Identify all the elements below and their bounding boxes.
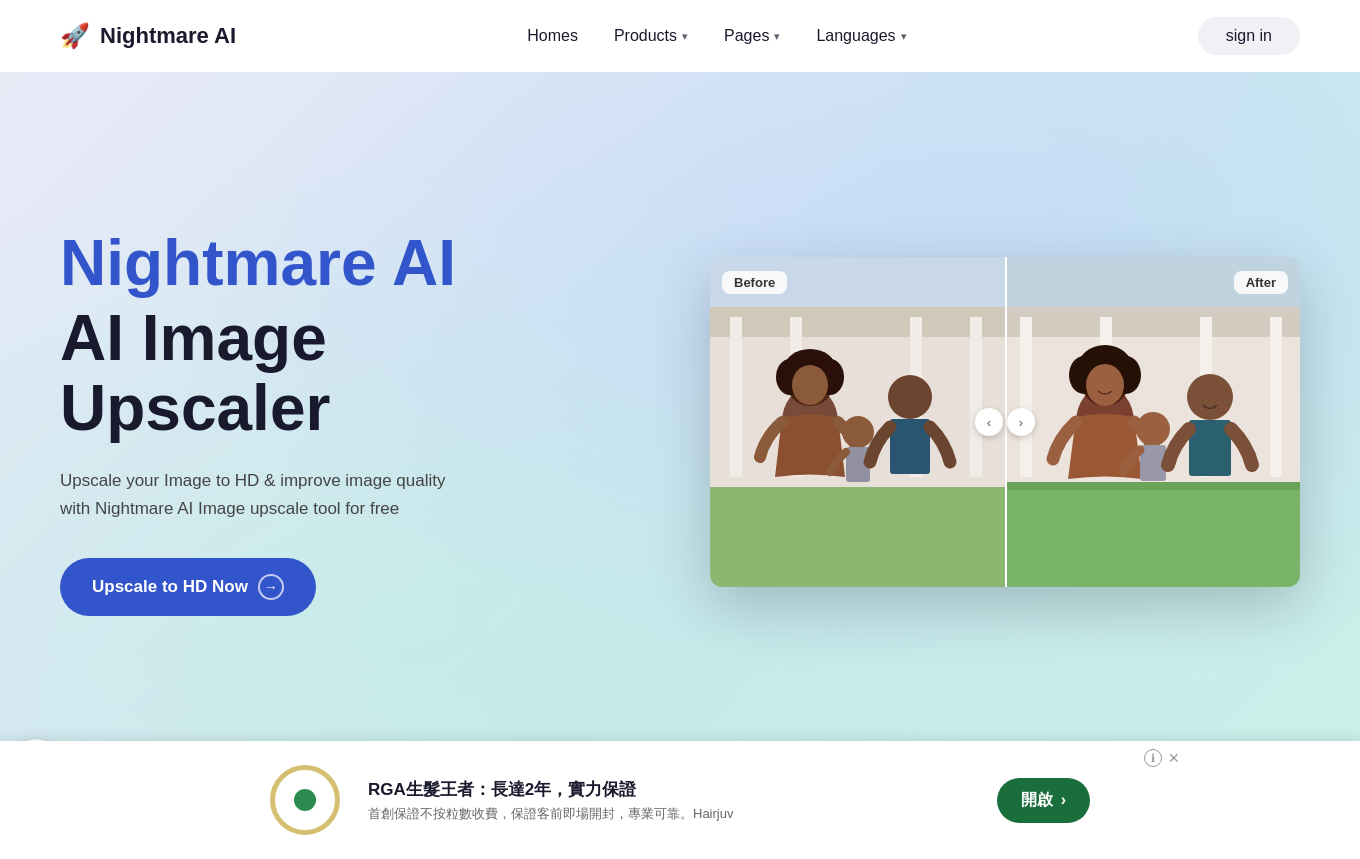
cta-button[interactable]: Upscale to HD Now → [60, 558, 316, 616]
after-image [1005, 257, 1300, 587]
after-panel [1005, 257, 1300, 587]
hero-section: Nightmare AI AI Image Upscaler Upscale y… [0, 72, 1360, 752]
nav-products[interactable]: Products ▾ [614, 27, 688, 45]
ad-controls: ℹ ✕ [1144, 749, 1180, 752]
pages-chevron-icon: ▾ [774, 30, 780, 43]
svg-point-14 [842, 416, 874, 448]
before-image [710, 257, 1005, 587]
nav-links: Homes Products ▾ Pages ▾ Languages ▾ [527, 27, 906, 45]
nav-homes[interactable]: Homes [527, 27, 578, 45]
comparison-handle[interactable]: ‹ › [975, 408, 1035, 436]
nav-pages[interactable]: Pages ▾ [724, 27, 780, 45]
svg-rect-24 [1270, 317, 1282, 477]
svg-rect-21 [1020, 317, 1032, 477]
sign-in-button[interactable]: sign in [1198, 17, 1300, 55]
svg-point-32 [1086, 364, 1124, 406]
hero-description: Upscale your Image to HD & improve image… [60, 467, 480, 521]
svg-rect-25 [1005, 487, 1300, 587]
hero-right: ‹ › Before After [600, 257, 1300, 587]
hero-left: Nightmare AI AI Image Upscaler Upscale y… [60, 228, 600, 616]
ad-info-icon[interactable]: ℹ [1144, 749, 1162, 752]
hero-title-black: AI Image Upscaler [60, 303, 600, 444]
after-badge: After [1234, 271, 1288, 294]
svg-rect-20 [1005, 307, 1300, 337]
svg-rect-6 [970, 317, 982, 477]
languages-chevron-icon: ▾ [901, 30, 907, 43]
comparison-container: ‹ › Before After [710, 257, 1300, 587]
cta-label: Upscale to HD Now [92, 577, 248, 597]
before-badge: Before [722, 271, 787, 294]
prev-arrow[interactable]: ‹ [975, 408, 1003, 436]
nav-languages[interactable]: Languages ▾ [816, 27, 906, 45]
svg-rect-26 [1005, 482, 1300, 490]
products-chevron-icon: ▾ [682, 30, 688, 43]
brand-name: Nightmare AI [100, 23, 236, 49]
ad-close-icon[interactable]: ✕ [1168, 750, 1180, 752]
logo[interactable]: 🚀 Nightmare AI [60, 22, 236, 50]
next-arrow[interactable]: › [1007, 408, 1035, 436]
logo-emoji: 🚀 [60, 22, 90, 50]
ad-banner: RGA生髮王者：長達2年，實力保證 首創保證不按粒數收費，保證客前即場開封，專業… [0, 741, 1360, 752]
svg-point-33 [1136, 412, 1170, 446]
svg-rect-7 [710, 487, 1005, 587]
before-panel [710, 257, 1005, 587]
navbar: 🚀 Nightmare AI Homes Products ▾ Pages ▾ … [0, 0, 1360, 72]
svg-point-13 [792, 365, 828, 405]
svg-point-16 [888, 375, 932, 419]
hero-title-blue: Nightmare AI [60, 228, 600, 298]
svg-point-35 [1187, 374, 1233, 420]
svg-rect-3 [730, 317, 742, 477]
arrow-icon: → [258, 574, 284, 600]
svg-rect-2 [710, 307, 1005, 337]
